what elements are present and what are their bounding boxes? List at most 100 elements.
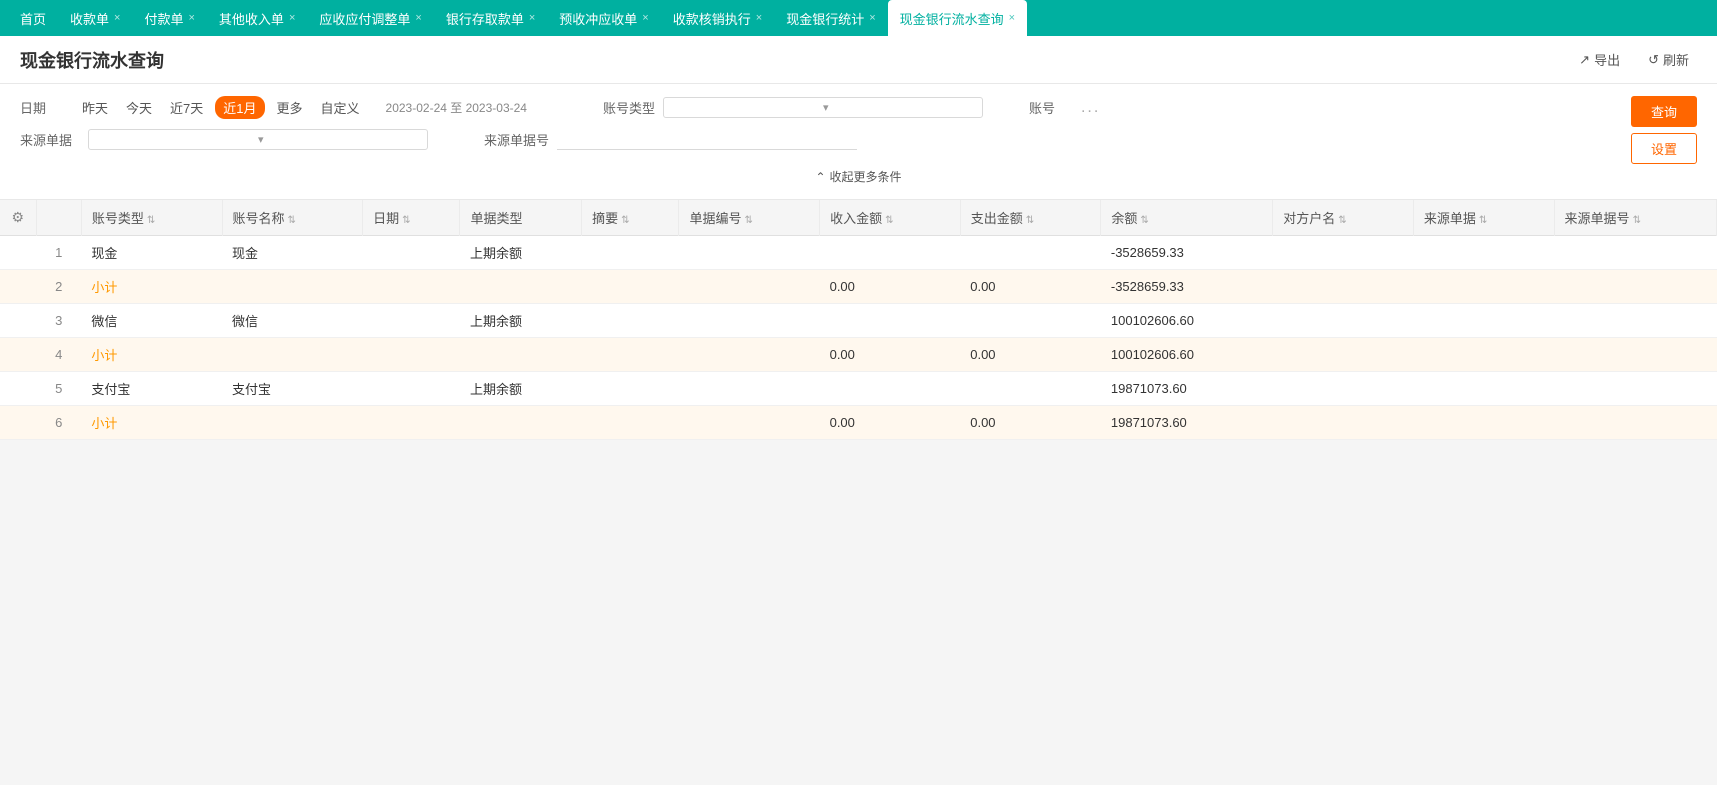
close-icon[interactable]: × [188,12,194,24]
source-doc-select[interactable]: ▾ [88,129,428,150]
export-button[interactable]: ↗ 导出 [1571,46,1628,73]
date-range-display: 2023-02-24 至 2023-03-24 [386,99,527,116]
cell-doc-type [460,270,582,304]
close-icon[interactable]: × [415,12,421,24]
close-icon[interactable]: × [289,12,295,24]
nav-tab-shoukuandan[interactable]: 收款单 × [58,0,132,36]
close-icon[interactable]: × [1009,12,1015,24]
filter-row-date: 日期 昨天 今天 近7天 近1月 更多 自定义 2023-02-24 至 202… [20,96,1631,119]
data-table-container: ⚙ 账号类型⇅ 账号名称⇅ 日期⇅ 单据类型 摘要⇅ [0,200,1717,440]
cell-date [363,338,460,372]
cell-date [363,372,460,406]
cell-summary [582,236,679,270]
sort-icon[interactable]: ⇅ [288,215,296,226]
refresh-button[interactable]: ↺ 刷新 [1640,46,1697,73]
col-balance: 余额⇅ [1101,200,1273,236]
col-source-doc-no: 来源单据号⇅ [1554,200,1716,236]
cell-account-name [222,338,363,372]
close-icon[interactable]: × [756,12,762,24]
date-opt-yesterday[interactable]: 昨天 [76,96,114,119]
sort-icon[interactable]: ⇅ [885,215,893,226]
col-account-type: 账号类型⇅ [81,200,222,236]
cell-balance: 19871073.60 [1101,372,1273,406]
date-label: 日期 [20,98,60,117]
row-index: 2 [36,270,81,304]
date-opt-custom[interactable]: 自定义 [315,96,366,119]
date-opt-1month[interactable]: 近1月 [215,96,264,119]
row-index: 5 [36,372,81,406]
nav-tab-shoukuanheciao[interactable]: 收款核销执行 × [661,0,774,36]
date-opt-7days[interactable]: 近7天 [164,96,209,119]
source-doc-no-label: 来源单据号 [484,130,549,149]
gear-cell [0,236,36,270]
sort-icon[interactable]: ⇅ [1633,215,1641,226]
cell-income [820,236,961,270]
cell-account-name: 现金 [222,236,363,270]
gear-icon[interactable]: ⚙ [11,209,24,225]
table-row: 2小计0.000.00-3528659.33 [0,270,1717,304]
cell-income [820,372,961,406]
cell-expense: 0.00 [960,270,1101,304]
account-type-label: 账号类型 [603,98,655,117]
sort-icon[interactable]: ⇅ [621,215,629,226]
cell-summary [582,304,679,338]
cell-expense: 0.00 [960,406,1101,440]
nav-home[interactable]: 首页 [8,0,58,36]
sort-icon[interactable]: ⇅ [402,215,410,226]
cell-summary [582,372,679,406]
col-source-doc: 来源单据⇅ [1413,200,1554,236]
cell-counterpart [1273,270,1414,304]
col-doc-no: 单据编号⇅ [679,200,820,236]
nav-tab-xianjintongji[interactable]: 现金银行统计 × [774,0,887,36]
query-button[interactable]: 查询 [1631,96,1697,127]
nav-tab-qitashouru[interactable]: 其他收入单 × [207,0,307,36]
col-income: 收入金额⇅ [820,200,961,236]
account-dots[interactable]: ... [1077,99,1104,117]
close-icon[interactable]: × [869,12,875,24]
cell-doc-type: 上期余额 [460,304,582,338]
cell-source-doc [1413,236,1554,270]
sort-icon[interactable]: ⇅ [147,215,155,226]
date-opt-more[interactable]: 更多 [271,96,309,119]
collapse-filter-bar[interactable]: ⌃ 收起更多条件 [20,164,1697,191]
col-gear: ⚙ [0,200,36,236]
account-type-select[interactable]: ▾ [663,97,983,118]
settings-button[interactable]: 设置 [1631,133,1697,164]
sort-icon[interactable]: ⇅ [1479,215,1487,226]
cell-source-doc [1413,304,1554,338]
row-index: 1 [36,236,81,270]
sort-icon[interactable]: ⇅ [1338,215,1346,226]
close-icon[interactable]: × [114,12,120,24]
nav-tab-yushourchong[interactable]: 预收冲应收单 × [547,0,660,36]
cell-counterpart [1273,372,1414,406]
close-icon[interactable]: × [642,12,648,24]
gear-cell [0,406,36,440]
nav-tab-yingshouzhengtiao[interactable]: 应收应付调整单 × [307,0,433,36]
date-opt-today[interactable]: 今天 [120,96,158,119]
nav-tab-liushuichaxun[interactable]: 现金银行流水查询 × [888,0,1027,36]
sort-icon[interactable]: ⇅ [1026,215,1034,226]
sort-icon[interactable]: ⇅ [744,215,752,226]
cell-counterpart [1273,338,1414,372]
close-icon[interactable]: × [529,12,535,24]
source-doc-no-input[interactable] [557,130,857,150]
cell-summary [582,270,679,304]
row-index: 3 [36,304,81,338]
sort-icon[interactable]: ⇅ [1140,215,1148,226]
chevron-down-icon: ▾ [258,133,419,146]
cell-doc-no [679,236,820,270]
export-icon: ↗ [1579,52,1590,68]
filter-row-source: 来源单据 ▾ 来源单据号 [20,129,1631,150]
cell-balance: 100102606.60 [1101,304,1273,338]
cell-doc-type [460,338,582,372]
cell-source-doc-no [1554,236,1716,270]
cell-expense [960,372,1101,406]
nav-tab-yinhangcunqu[interactable]: 银行存取款单 × [434,0,547,36]
cell-source-doc [1413,372,1554,406]
col-summary: 摘要⇅ [582,200,679,236]
cell-account-type: 小计 [81,338,222,372]
date-options: 昨天 今天 近7天 近1月 更多 自定义 [76,96,366,119]
cell-account-type: 微信 [81,304,222,338]
cell-doc-no [679,270,820,304]
nav-tab-fukuandan[interactable]: 付款单 × [132,0,206,36]
